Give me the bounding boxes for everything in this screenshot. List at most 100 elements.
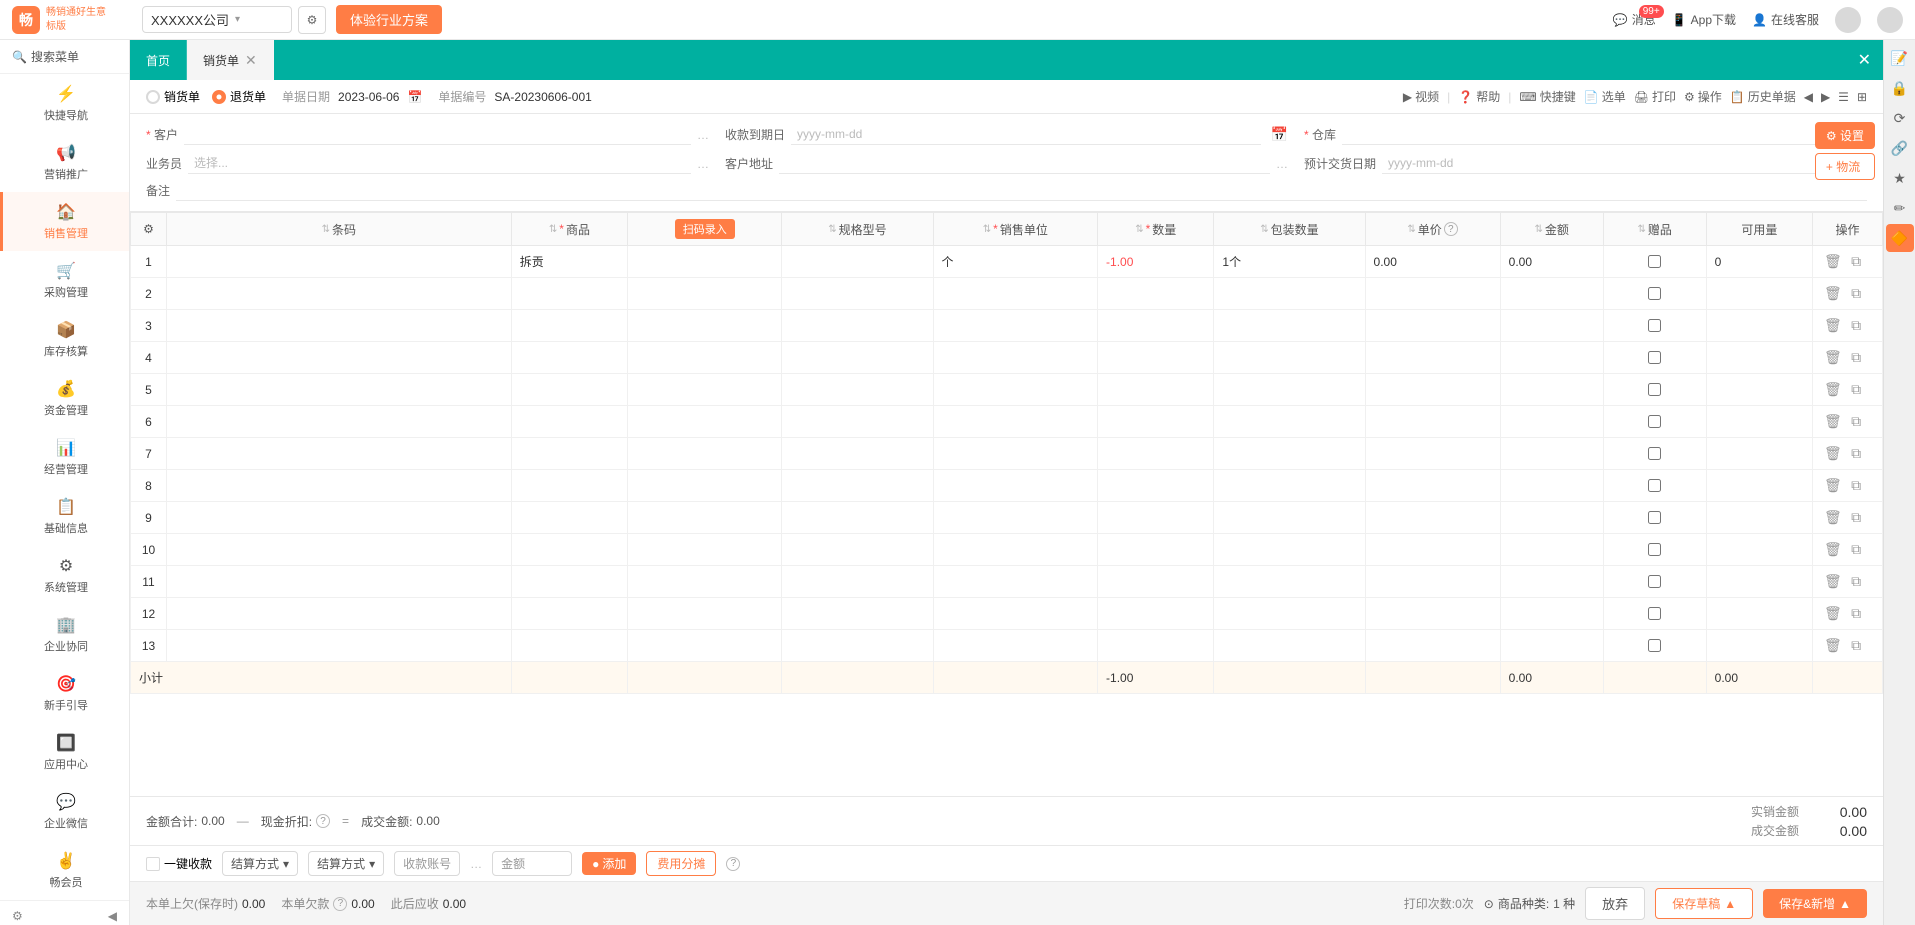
one-click-checkbox[interactable] bbox=[146, 857, 160, 871]
row-product[interactable] bbox=[511, 598, 627, 630]
row-qty[interactable] bbox=[1098, 598, 1214, 630]
row-unit[interactable] bbox=[933, 598, 1097, 630]
row-delete-icon[interactable]: 🗑 bbox=[1824, 381, 1842, 397]
company-selector[interactable]: XXXXXX公司 ▾ bbox=[142, 6, 292, 33]
row-delete-icon[interactable]: 🗑 bbox=[1824, 605, 1842, 621]
sidebar-item-marketing[interactable]: 📢 营销推广 bbox=[0, 133, 129, 192]
right-panel-edit-icon[interactable]: ✏ bbox=[1886, 194, 1914, 222]
expense-help-icon[interactable]: ? bbox=[726, 857, 740, 871]
row-spec[interactable] bbox=[782, 246, 933, 278]
expense-split-button[interactable]: 费用分摊 bbox=[646, 851, 716, 876]
sidebar-item-member[interactable]: ✌ 畅会员 bbox=[0, 841, 129, 900]
row-delete-icon[interactable]: 🗑 bbox=[1824, 413, 1842, 429]
date-picker-icon[interactable]: 📅 bbox=[407, 90, 422, 104]
row-pack-qty[interactable] bbox=[1214, 342, 1365, 374]
row-unit[interactable] bbox=[933, 342, 1097, 374]
tab-home[interactable]: 首页 bbox=[130, 40, 187, 80]
row-spec[interactable] bbox=[782, 438, 933, 470]
sidebar-item-app-center[interactable]: 🔲 应用中心 bbox=[0, 723, 129, 782]
sidebar-item-operations[interactable]: 📊 经营管理 bbox=[0, 428, 129, 487]
sidebar-item-finance[interactable]: 💰 资金管理 bbox=[0, 369, 129, 428]
settings-btn[interactable]: ⚙ 设置 bbox=[1815, 122, 1875, 149]
row-copy-icon[interactable]: ⧉ bbox=[1851, 541, 1861, 557]
row-barcode[interactable] bbox=[167, 438, 512, 470]
row-qty[interactable] bbox=[1098, 310, 1214, 342]
sidebar-item-wechat[interactable]: 💬 企业微信 bbox=[0, 782, 129, 841]
row-spec[interactable] bbox=[782, 406, 933, 438]
online-support-button[interactable]: 👤 在线客服 bbox=[1752, 11, 1819, 28]
due-date-calendar-icon[interactable]: 📅 bbox=[1271, 126, 1288, 143]
right-panel-alert-icon[interactable]: 🔶 bbox=[1886, 224, 1914, 252]
right-panel-star-icon[interactable]: ★ bbox=[1886, 164, 1914, 192]
row-gift[interactable] bbox=[1603, 342, 1706, 374]
row-amount[interactable] bbox=[1500, 278, 1603, 310]
row-gift[interactable] bbox=[1603, 630, 1706, 662]
row-unit[interactable] bbox=[933, 438, 1097, 470]
row-product[interactable] bbox=[511, 502, 627, 534]
row-copy-icon[interactable]: ⧉ bbox=[1851, 285, 1861, 301]
row-delete-icon[interactable]: 🗑 bbox=[1824, 541, 1842, 557]
row-copy-icon[interactable]: ⧉ bbox=[1851, 349, 1861, 365]
row-product[interactable] bbox=[511, 566, 627, 598]
row-unit-price[interactable] bbox=[1365, 598, 1500, 630]
row-unit[interactable] bbox=[933, 310, 1097, 342]
row-delete-icon[interactable]: 🗑 bbox=[1824, 637, 1842, 653]
toolbar-print[interactable]: 🖨 打印 bbox=[1634, 88, 1676, 105]
row-amount[interactable] bbox=[1500, 502, 1603, 534]
row-barcode[interactable] bbox=[167, 278, 512, 310]
row-amount[interactable] bbox=[1500, 406, 1603, 438]
row-delete-icon[interactable]: 🗑 bbox=[1824, 477, 1842, 493]
row-unit-price[interactable] bbox=[1365, 310, 1500, 342]
row-qty[interactable] bbox=[1098, 342, 1214, 374]
tab-sales-order[interactable]: 销货单 ✕ bbox=[187, 40, 274, 80]
row-spec[interactable] bbox=[782, 278, 933, 310]
row-unit[interactable] bbox=[933, 566, 1097, 598]
toolbar-select[interactable]: 📄 选单 bbox=[1584, 88, 1626, 105]
row-qty[interactable] bbox=[1098, 630, 1214, 662]
radio-sales[interactable]: 销货单 bbox=[146, 88, 200, 105]
sidebar-collapse-icon[interactable]: ◀ bbox=[108, 909, 117, 923]
row-delete-icon[interactable]: 🗑 bbox=[1824, 349, 1842, 365]
row-spec[interactable] bbox=[782, 534, 933, 566]
customer-address-input[interactable] bbox=[779, 153, 1270, 174]
row-barcode[interactable] bbox=[167, 310, 512, 342]
pay-amount-field[interactable]: 金额 bbox=[492, 851, 572, 876]
toolbar-shortcut[interactable]: ⌨ 快捷键 bbox=[1519, 88, 1575, 105]
save-draft-button[interactable]: 保存草稿 ▲ bbox=[1655, 888, 1753, 919]
row-gift[interactable] bbox=[1603, 310, 1706, 342]
row-unit-price[interactable] bbox=[1365, 342, 1500, 374]
sidebar-item-sales[interactable]: 🏠 销售管理 bbox=[0, 192, 129, 251]
row-unit-price[interactable] bbox=[1365, 566, 1500, 598]
row-delete-icon[interactable]: 🗑 bbox=[1824, 445, 1842, 461]
row-barcode[interactable] bbox=[167, 598, 512, 630]
row-pack-qty[interactable] bbox=[1214, 566, 1365, 598]
row-gift[interactable] bbox=[1603, 470, 1706, 502]
row-delete-icon[interactable]: 🗑 bbox=[1824, 573, 1842, 589]
row-gift[interactable] bbox=[1603, 278, 1706, 310]
customer-address-dots[interactable]: … bbox=[1276, 157, 1288, 171]
row-pack-qty[interactable] bbox=[1214, 502, 1365, 534]
row-copy-icon[interactable]: ⧉ bbox=[1851, 605, 1861, 621]
app-download-button[interactable]: 📱 App下载 bbox=[1672, 11, 1736, 28]
row-unit[interactable] bbox=[933, 502, 1097, 534]
expected-delivery-input[interactable] bbox=[1382, 153, 1840, 174]
row-amount[interactable] bbox=[1500, 438, 1603, 470]
row-delete-icon[interactable]: 🗑 bbox=[1824, 253, 1842, 269]
row-amount[interactable]: 0.00 bbox=[1500, 246, 1603, 278]
row-amount[interactable] bbox=[1500, 374, 1603, 406]
pay-method-selector[interactable]: 结算方式 ▾ bbox=[222, 851, 298, 876]
row-delete-icon[interactable]: 🗑 bbox=[1824, 509, 1842, 525]
row-unit-price[interactable] bbox=[1365, 374, 1500, 406]
row-copy-icon[interactable]: ⧉ bbox=[1851, 317, 1861, 333]
unit-price-help-icon[interactable]: ? bbox=[1444, 222, 1458, 236]
row-pack-qty[interactable] bbox=[1214, 598, 1365, 630]
row-unit-price[interactable] bbox=[1365, 278, 1500, 310]
row-gift[interactable] bbox=[1603, 374, 1706, 406]
message-button[interactable]: 💬 消息 99+ bbox=[1613, 11, 1656, 28]
row-unit-price[interactable] bbox=[1365, 470, 1500, 502]
row-spec[interactable] bbox=[782, 342, 933, 374]
row-product[interactable] bbox=[511, 534, 627, 566]
one-click-pay[interactable]: 一键收款 bbox=[146, 855, 212, 872]
row-amount[interactable] bbox=[1500, 470, 1603, 502]
row-delete-icon[interactable]: 🗑 bbox=[1824, 317, 1842, 333]
